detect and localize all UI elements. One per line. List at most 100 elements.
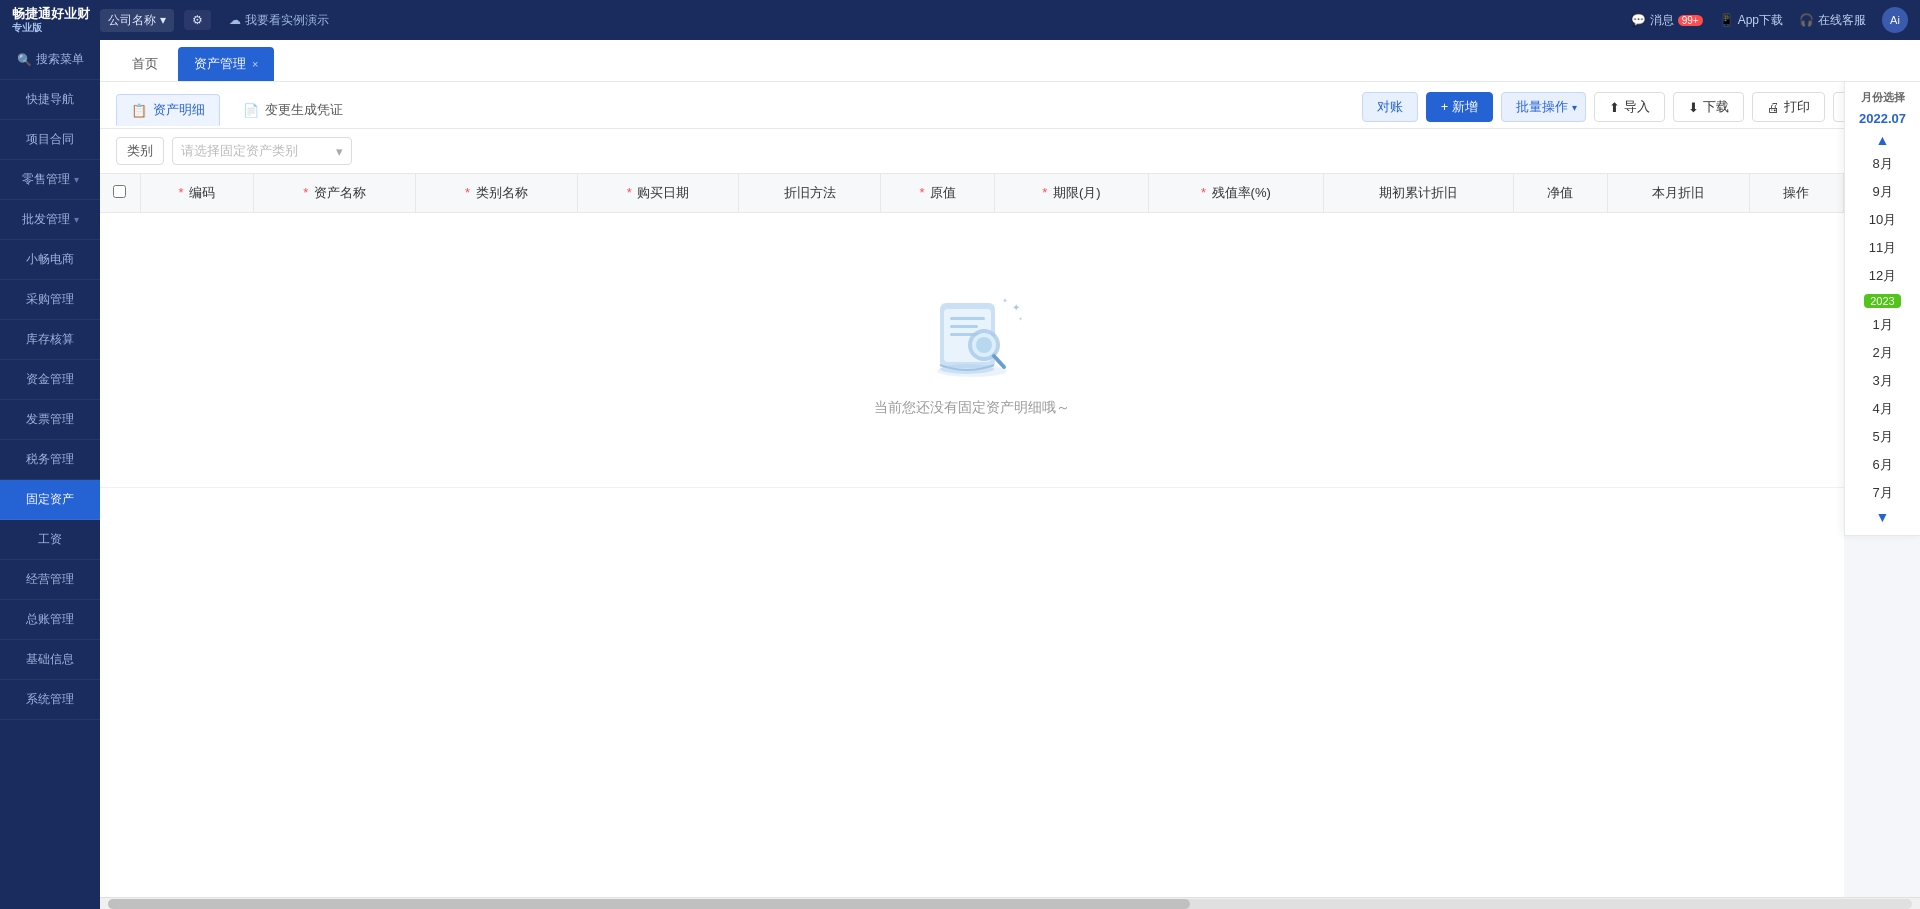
sidebar-item-wholesale[interactable]: 批发管理: [0, 200, 100, 240]
sidebar-item-search[interactable]: 🔍 搜索菜单: [0, 40, 100, 80]
month-item-1[interactable]: 1月: [1855, 312, 1911, 338]
sidebar-item-quick-nav[interactable]: 快捷导航: [0, 80, 100, 120]
sidebar-item-project-contract[interactable]: 项目合同: [0, 120, 100, 160]
sidebar-item-finance[interactable]: 资金管理: [0, 360, 100, 400]
import-button[interactable]: ⬆ 导入: [1594, 92, 1665, 122]
table-header-category-name: * 类别名称: [415, 174, 577, 213]
table-header-period: * 期限(月): [995, 174, 1149, 213]
message-badge: 99+: [1678, 15, 1703, 26]
scrollbar-thumb: [108, 899, 1190, 909]
print-icon: 🖨: [1767, 100, 1780, 115]
sub-tab-change-voucher[interactable]: 📄 变更生成凭证: [228, 94, 358, 126]
month-item-9[interactable]: 9月: [1855, 179, 1911, 205]
sidebar-item-business[interactable]: 经营管理: [0, 560, 100, 600]
list-icon: 📋: [131, 103, 147, 118]
table-header-depreciation-method: 折旧方法: [739, 174, 881, 213]
empty-illustration: ✦ ✦ ✦: [912, 283, 1032, 383]
month-item-3[interactable]: 3月: [1855, 368, 1911, 394]
month-item-5[interactable]: 5月: [1855, 424, 1911, 450]
chevron-down-icon: ▾: [160, 13, 166, 27]
empty-text: 当前您还没有固定资产明细哦～: [874, 399, 1070, 417]
month-item-11[interactable]: 11月: [1855, 235, 1911, 261]
category-select[interactable]: 请选择固定资产类别 ▾: [172, 137, 352, 165]
sidebar: 🔍 搜索菜单 快捷导航 项目合同 零售管理 批发管理 小畅电商 采购管理 库存核…: [0, 40, 100, 909]
sidebar-item-fixed-assets[interactable]: 固定资产: [0, 480, 100, 520]
tab-close-icon[interactable]: ×: [252, 58, 258, 70]
table-header-net-value: 净值: [1513, 174, 1607, 213]
print-button[interactable]: 🖨 打印: [1752, 92, 1825, 122]
tab-asset-management[interactable]: 资产管理 ×: [178, 47, 274, 81]
month-item-4[interactable]: 4月: [1855, 396, 1911, 422]
month-item-8[interactable]: 8月: [1855, 151, 1911, 177]
month-up-button[interactable]: ▲: [1873, 130, 1893, 150]
sidebar-item-basic-info[interactable]: 基础信息: [0, 640, 100, 680]
cloud-icon: ☁: [229, 13, 241, 27]
headphone-icon: 🎧: [1799, 13, 1814, 27]
sidebar-item-ecommerce[interactable]: 小畅电商: [0, 240, 100, 280]
month-item-6[interactable]: 6月: [1855, 452, 1911, 478]
month-panel-title: 月份选择: [1861, 90, 1905, 105]
sidebar-item-system[interactable]: 系统管理: [0, 680, 100, 720]
month-item-2[interactable]: 2月: [1855, 340, 1911, 366]
dropdown-icon: ▾: [336, 144, 343, 159]
table-wrapper: * 编码 * 资产名称 * 类别名称: [100, 174, 1844, 897]
sidebar-item-retail[interactable]: 零售管理: [0, 160, 100, 200]
month-panel: 月份选择 2022.07 ▲ 8月 9月 10月 11月 12月 2023 1月…: [1844, 82, 1920, 536]
month-item-7[interactable]: 7月: [1855, 480, 1911, 506]
month-item-12[interactable]: 12月: [1855, 263, 1911, 289]
search-icon: 🔍: [17, 53, 32, 67]
message-button[interactable]: 💬 消息 99+: [1631, 12, 1703, 29]
sidebar-item-invoice[interactable]: 发票管理: [0, 400, 100, 440]
empty-state-cell: ✦ ✦ ✦ 当前您还没有固定资产明细哦～: [100, 213, 1844, 488]
table-header-asset-name: * 资产名称: [254, 174, 416, 213]
sidebar-item-tax[interactable]: 税务管理: [0, 440, 100, 480]
month-down-button[interactable]: ▼: [1873, 507, 1893, 527]
online-service-button[interactable]: 🎧 在线客服: [1799, 12, 1866, 29]
table-header-residual-rate: * 残值率(%): [1148, 174, 1323, 213]
reconcile-button[interactable]: 对账: [1362, 92, 1418, 122]
table-header-monthly-depreciation: 本月折旧: [1607, 174, 1749, 213]
sidebar-item-payroll[interactable]: 工资: [0, 520, 100, 560]
app-download-button[interactable]: 📱 App下载: [1719, 12, 1783, 29]
user-avatar[interactable]: Ai: [1882, 7, 1908, 33]
svg-point-8: [976, 337, 992, 353]
select-all-checkbox[interactable]: [113, 185, 126, 198]
demo-link[interactable]: ☁ 我要看实例演示: [229, 12, 329, 29]
chevron-down-icon: ▾: [1572, 102, 1577, 113]
table-header-purchase-date: * 购买日期: [577, 174, 739, 213]
sidebar-item-general-ledger[interactable]: 总账管理: [0, 600, 100, 640]
company-selector[interactable]: 公司名称 ▾: [100, 9, 174, 32]
batch-button[interactable]: 批量操作 ▾: [1501, 92, 1586, 122]
sub-tab-asset-detail[interactable]: 📋 资产明细: [116, 94, 220, 126]
download-icon: ⬇: [1688, 100, 1699, 115]
add-button[interactable]: + 新增: [1426, 92, 1493, 122]
empty-state: ✦ ✦ ✦ 当前您还没有固定资产明细哦～: [112, 223, 1832, 477]
month-panel-year: 2022.07: [1859, 111, 1906, 126]
filter-row: 类别 请选择固定资产类别 ▾: [100, 129, 1920, 174]
app-name: 畅捷通好业财: [12, 6, 90, 22]
import-icon: ⬆: [1609, 100, 1620, 115]
top-bar: 畅捷通好业财 专业版 公司名称 ▾ ⚙ ☁ 我要看实例演示 💬 消息 99+ 📱…: [0, 0, 1920, 40]
table-header-operation: 操作: [1749, 174, 1843, 213]
settings-button[interactable]: ⚙: [184, 10, 211, 30]
tab-bar: 首页 资产管理 ×: [100, 40, 1920, 82]
bottom-scrollbar[interactable]: [100, 897, 1920, 909]
sidebar-item-purchase[interactable]: 采购管理: [0, 280, 100, 320]
company-name: 公司名称: [108, 12, 156, 29]
gear-icon: ⚙: [192, 13, 203, 27]
asset-table: * 编码 * 资产名称 * 类别名称: [100, 174, 1844, 488]
main-layout: 🔍 搜索菜单 快捷导航 项目合同 零售管理 批发管理 小畅电商 采购管理 库存核…: [0, 40, 1920, 909]
sidebar-item-inventory[interactable]: 库存核算: [0, 320, 100, 360]
tab-home[interactable]: 首页: [116, 47, 174, 81]
table-header-accumulated-depreciation: 期初累计折旧: [1323, 174, 1513, 213]
top-bar-right: 💬 消息 99+ 📱 App下载 🎧 在线客服 Ai: [1631, 7, 1908, 33]
month-item-10[interactable]: 10月: [1855, 207, 1911, 233]
svg-line-9: [994, 356, 1004, 367]
download-button[interactable]: ⬇ 下载: [1673, 92, 1744, 122]
table-header-checkbox: [100, 174, 140, 213]
svg-text:✦: ✦: [1002, 297, 1008, 304]
sub-tabs: 📋 资产明细 📄 变更生成凭证 对账 + 新增 批量操作 ▾ ⬆: [100, 82, 1920, 129]
phone-icon: 📱: [1719, 13, 1734, 27]
user-name: Ai: [1890, 14, 1900, 26]
app-edition: 专业版: [12, 22, 90, 34]
